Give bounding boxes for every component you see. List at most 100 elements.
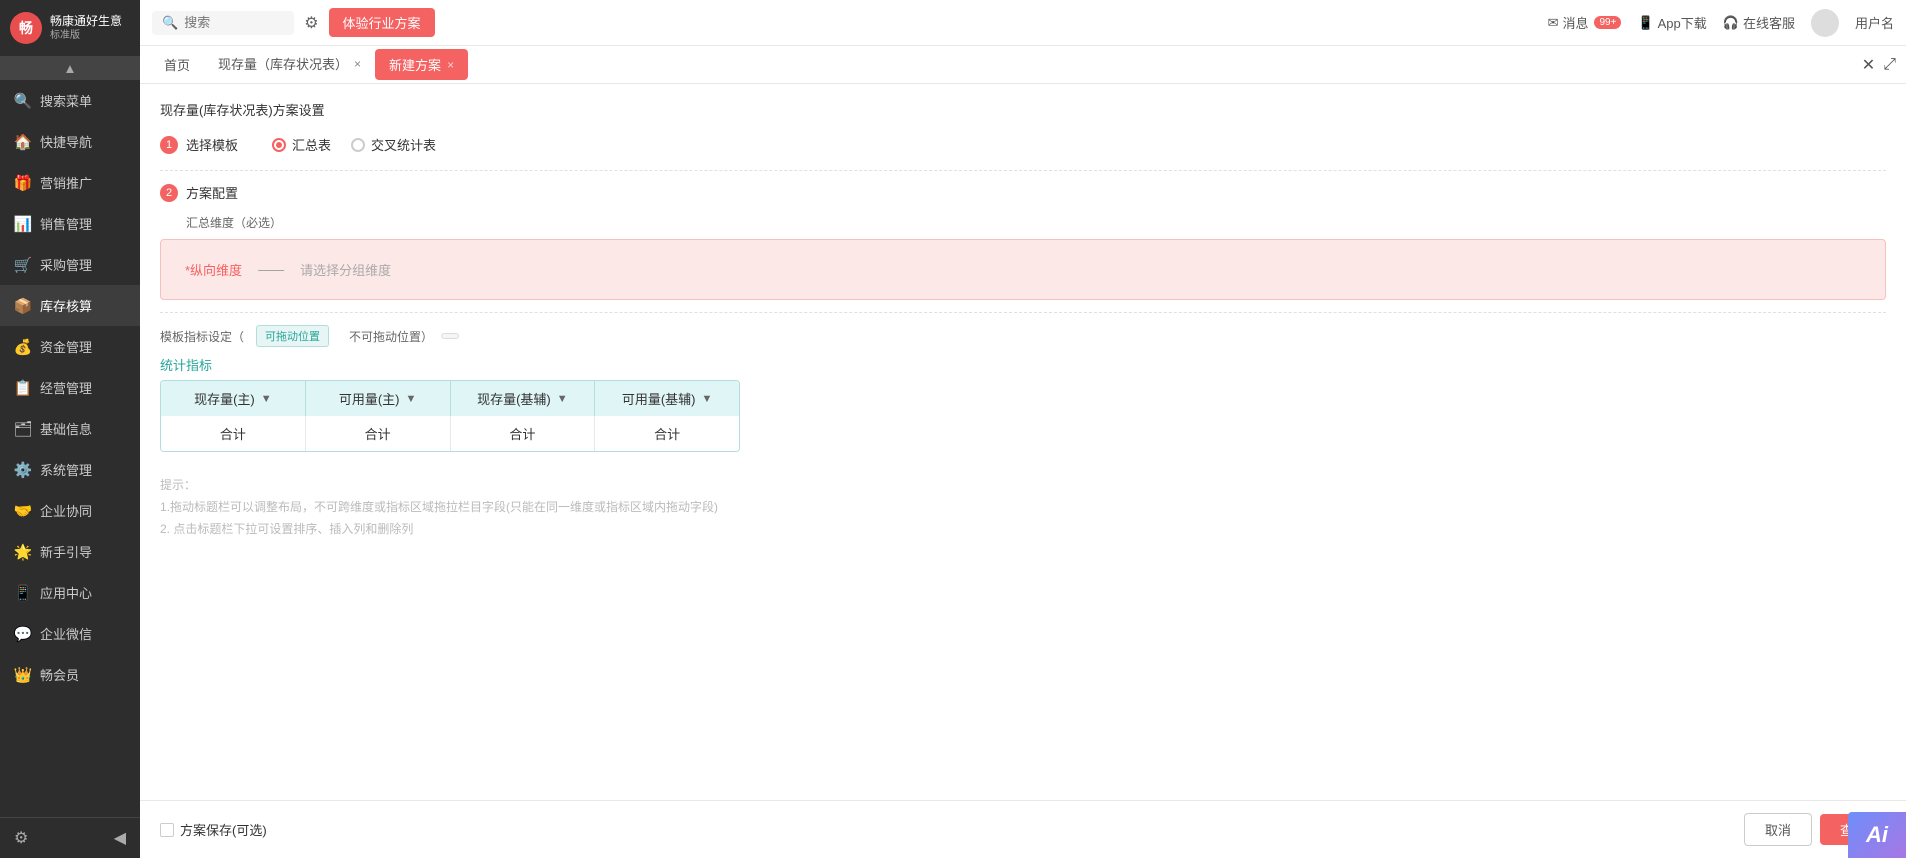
stats-body-row: 合计合计合计合计: [161, 416, 739, 451]
finance-icon: 💰: [14, 338, 32, 356]
app-logo-icon: 畅: [10, 12, 42, 44]
sidebar-item-label: 营销推广: [40, 173, 92, 192]
template-summary-option[interactable]: 汇总表: [272, 135, 331, 154]
sidebar-item-label: 搜索菜单: [40, 91, 92, 110]
stats-col-header[interactable]: 可用量(主)▼: [306, 381, 451, 416]
section2-num: 2: [160, 184, 178, 202]
sidebar-item-sales[interactable]: 📊 销售管理: [0, 203, 140, 244]
basic-icon: 🗂: [14, 420, 32, 438]
tab-home[interactable]: 首页: [150, 49, 204, 80]
tip-1: 1.拖动标题栏可以调整布局，不可跨维度或指标区域拖拉栏目字段(只能在同一维度或指…: [160, 497, 1886, 519]
stats-col-agg: 合计: [161, 416, 306, 451]
sidebar-item-finance[interactable]: 💰 资金管理: [0, 326, 140, 367]
app-download-button[interactable]: 📱 App下载: [1637, 13, 1706, 32]
operation-icon: 📋: [14, 379, 32, 397]
sidebar-item-shortcut[interactable]: 🏠 快捷导航: [0, 121, 140, 162]
cooperation-icon: 🤝: [14, 502, 32, 520]
tabs-window-controls: ✕ ⤢: [1862, 55, 1896, 75]
tab-new-plan[interactable]: 新建方案 ×: [375, 49, 468, 80]
window-close-btn[interactable]: ✕: [1862, 55, 1875, 75]
cancel-button[interactable]: 取消: [1744, 813, 1812, 846]
shortcut-icon: 🏠: [14, 133, 32, 151]
non-drag-label: 不可拖动位置）: [349, 328, 433, 345]
sidebar-item-label: 采购管理: [40, 255, 92, 274]
sidebar-item-label: 销售管理: [40, 214, 92, 233]
headset-icon: 🎧: [1723, 15, 1739, 31]
message-icon: ✉: [1548, 15, 1559, 31]
ai-badge[interactable]: Ai: [1848, 812, 1906, 858]
sidebar-item-guide[interactable]: 🌟 新手引导: [0, 531, 140, 572]
tab-new-plan-close[interactable]: ×: [447, 58, 454, 72]
stats-col-agg: 合计: [595, 416, 739, 451]
app-name: 畅康通好生意 标准版: [50, 14, 122, 43]
sidebar-item-operation[interactable]: 📋 经营管理: [0, 367, 140, 408]
sidebar-item-system[interactable]: ⚙️ 系统管理: [0, 449, 140, 490]
section-plan-config: 2 方案配置 汇总维度（必选） *纵向维度 —— 请选择分组维度 模板指标设定（…: [160, 183, 1886, 548]
dimension-placeholder: 请选择分组维度: [300, 260, 391, 279]
tab-inventory[interactable]: 现存量（库存状况表） ×: [204, 48, 375, 81]
tips-title: 提示：: [160, 476, 1886, 493]
dimension-row[interactable]: *纵向维度 —— 请选择分组维度: [160, 239, 1886, 300]
settings-icon[interactable]: ⚙: [14, 828, 28, 848]
content-area: 现存量(库存状况表)方案设置 1 选择模板 汇总表 交叉统计表: [140, 84, 1906, 800]
stats-col-agg: 合计: [451, 416, 596, 451]
sidebar-item-cooperation[interactable]: 🤝 企业协同: [0, 490, 140, 531]
messages-button[interactable]: ✉ 消息 99+: [1548, 13, 1622, 32]
trial-button[interactable]: 体验行业方案: [329, 8, 435, 37]
topbar-right: ✉ 消息 99+ 📱 App下载 🎧 在线客服 用户名: [1548, 9, 1894, 37]
cross-radio[interactable]: [351, 138, 365, 152]
sidebar-item-label: 企业协同: [40, 501, 92, 520]
phone-icon: 📱: [1637, 15, 1653, 31]
sidebar-item-marketing[interactable]: 🎁 营销推广: [0, 162, 140, 203]
sidebar-item-label: 企业微信: [40, 624, 92, 643]
save-checkbox[interactable]: [160, 823, 174, 837]
marketing-icon: 🎁: [14, 174, 32, 192]
sidebar-item-vip[interactable]: 👑 畅会员: [0, 654, 140, 695]
sidebar-item-label: 快捷导航: [40, 132, 92, 151]
inventory-icon: 📦: [14, 297, 32, 315]
vip-icon: 👑: [14, 666, 32, 684]
sidebar-item-label: 新手引导: [40, 542, 92, 561]
window-expand-btn[interactable]: ⤢: [1883, 56, 1896, 74]
section-divider-2: [160, 312, 1886, 313]
sidebar-item-wechat[interactable]: 💬 企业微信: [0, 613, 140, 654]
collapse-icon[interactable]: ◀: [114, 828, 126, 848]
online-service-button[interactable]: 🎧 在线客服: [1723, 13, 1795, 32]
sidebar-item-inventory[interactable]: 📦 库存核算: [0, 285, 140, 326]
summary-radio[interactable]: [272, 138, 286, 152]
stats-col-header[interactable]: 可用量(基辅)▼: [595, 381, 739, 416]
section1-title: 选择模板: [186, 135, 238, 154]
guide-icon: 🌟: [14, 543, 32, 561]
username[interactable]: 用户名: [1855, 13, 1894, 32]
tips-section: 提示： 1.拖动标题栏可以调整布局，不可跨维度或指标区域拖拉栏目字段(只能在同一…: [160, 468, 1886, 548]
section2-title: 方案配置: [186, 183, 238, 202]
search-input[interactable]: [184, 15, 284, 30]
template-cross-option[interactable]: 交叉统计表: [351, 135, 436, 154]
search-box[interactable]: 🔍: [152, 11, 294, 35]
sidebar-item-basic[interactable]: 🗂 基础信息: [0, 408, 140, 449]
sidebar-scroll-up[interactable]: ▲: [0, 57, 140, 80]
sidebar-item-apps[interactable]: 📱 应用中心: [0, 572, 140, 613]
gear-icon[interactable]: ⚙: [304, 13, 318, 33]
purchase-icon: 🛒: [14, 256, 32, 274]
footer-bar: 方案保存(可选) 取消 查询: [140, 800, 1906, 858]
user-avatar[interactable]: [1811, 9, 1839, 37]
topbar: 🔍 ⚙ 体验行业方案 ✉ 消息 99+ 📱 App下载 🎧 在线客服 用户名: [140, 0, 1906, 46]
sidebar-item-label: 应用中心: [40, 583, 92, 602]
stats-col-header[interactable]: 现存量(基辅)▼: [451, 381, 596, 416]
dimension-arrow: ——: [258, 262, 284, 277]
search-icon: 🔍: [162, 15, 178, 31]
section2-header: 2 方案配置: [160, 183, 1886, 202]
tabs-bar: 首页 现存量（库存状况表） × 新建方案 × ✕ ⤢: [140, 46, 1906, 84]
draggable-chip[interactable]: 可拖动位置: [256, 325, 329, 347]
stats-col-header[interactable]: 现存量(主)▼: [161, 381, 306, 416]
tab-inventory-close[interactable]: ×: [354, 57, 361, 71]
sidebar-item-purchase[interactable]: 🛒 采购管理: [0, 244, 140, 285]
sidebar-item-search[interactable]: 🔍 搜索菜单: [0, 80, 140, 121]
stats-label: 统计指标: [160, 355, 1886, 374]
system-icon: ⚙️: [14, 461, 32, 479]
save-option[interactable]: 方案保存(可选): [160, 820, 267, 839]
search-icon: 🔍: [14, 92, 32, 110]
sidebar: 畅 畅康通好生意 标准版 ▲ 🔍 搜索菜单🏠 快捷导航🎁 营销推广📊 销售管理🛒…: [0, 0, 140, 858]
main-area: 🔍 ⚙ 体验行业方案 ✉ 消息 99+ 📱 App下载 🎧 在线客服 用户名: [140, 0, 1906, 858]
